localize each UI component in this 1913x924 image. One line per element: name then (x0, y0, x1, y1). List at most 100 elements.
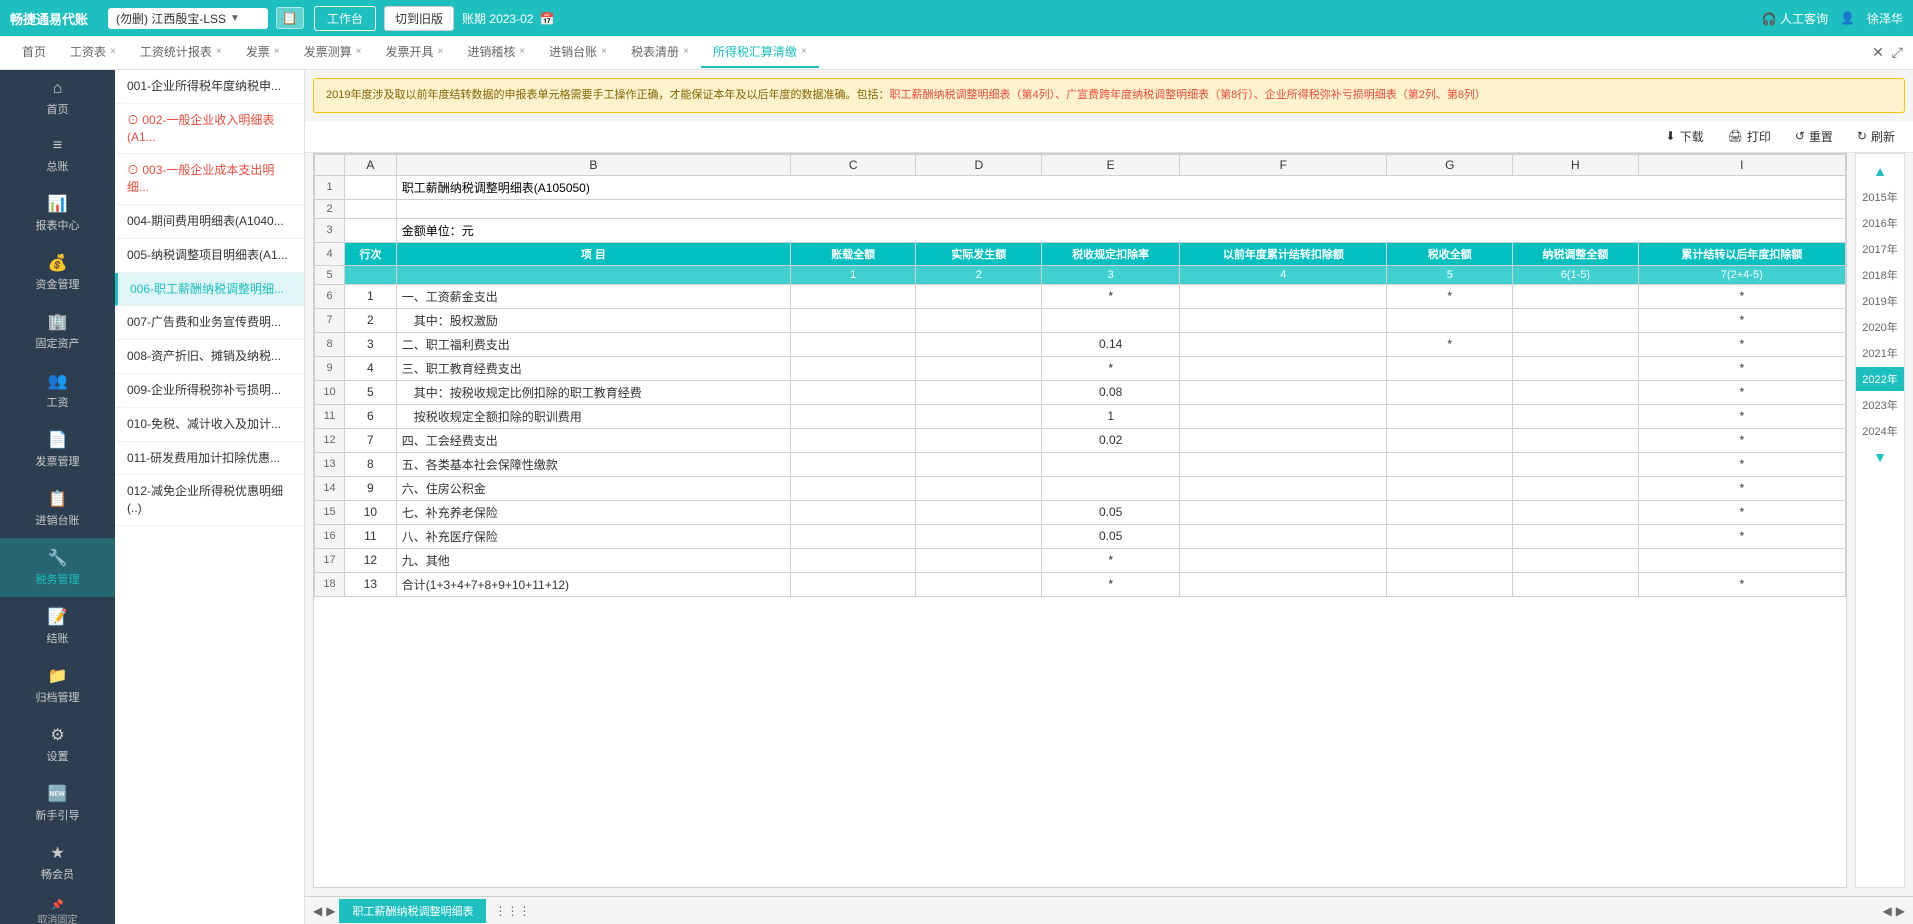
warning-text: 2019年度涉及取以前年度结转数据的申报表单元格需要手工操作正确，才能保证本年及… (326, 89, 1486, 101)
close-icon[interactable]: × (356, 46, 362, 57)
chevron-down-icon: ▼ (230, 13, 240, 24)
subnav-005[interactable]: 005-纳税调整项目明细表(A1... (115, 239, 304, 273)
sidebar-item-guide[interactable]: 🆕 新手引导 (0, 774, 115, 833)
subnav-002[interactable]: 002-一般企业收入明细表(A1... (115, 104, 304, 155)
year-2023[interactable]: 2023年 (1856, 393, 1904, 417)
close-icon[interactable]: × (601, 46, 607, 57)
sidebar-item-payroll[interactable]: 👥 工资 (0, 361, 115, 420)
table-row-1: 1 职工薪酬纳税调整明细表(A105050) (315, 175, 1846, 199)
close-icon[interactable]: × (274, 46, 280, 57)
tab-invoice[interactable]: 发票 × (234, 37, 292, 68)
data-table: A B C D E F G H I (314, 154, 1846, 597)
subnav-011[interactable]: 011-研发费用加计扣除优惠... (115, 442, 304, 476)
subnav-004[interactable]: 004-期间费用明细表(A1040... (115, 205, 304, 239)
workspace-button[interactable]: 工作台 (314, 6, 376, 31)
sub-header-5: 5 (1387, 265, 1513, 284)
subnav-003[interactable]: 003-一般企业成本支出明细... (115, 154, 304, 205)
sidebar-item-reports[interactable]: 📊 报表中心 (0, 184, 115, 243)
tab-purchase-ledger[interactable]: 进销台账 × (537, 37, 619, 68)
tab-invoice-calc[interactable]: 发票测算 × (292, 37, 374, 68)
sidebar-label-tax: 税务管理 (36, 571, 80, 587)
top-bar: 畅捷通易代账 (勿删) 江西殷宝-LSS ▼ 📋 工作台 切到旧版 账期 202… (0, 0, 1913, 36)
scroll-right-icon[interactable]: ▶ (326, 904, 335, 918)
sidebar-item-finance[interactable]: 💰 资金管理 (0, 243, 115, 302)
old-version-button[interactable]: 切到旧版 (384, 6, 454, 31)
header-col-f: 以前年度累计结转扣除额 (1180, 242, 1387, 265)
sidebar-item-archive[interactable]: 📁 归档管理 (0, 656, 115, 715)
bottom-tab-active[interactable]: 职工薪酬纳税调整明细表 (339, 899, 486, 923)
sidebar-item-close[interactable]: 📝 结账 (0, 597, 115, 656)
tab-income-tax[interactable]: 所得税汇算清缴 × (701, 37, 819, 68)
main-panel: 2019年度涉及取以前年度结转数据的申报表单元格需要手工操作正确，才能保证本年及… (305, 70, 1913, 924)
home-icon: ⌂ (53, 80, 63, 98)
scroll-left-icon[interactable]: ◀ (313, 904, 322, 918)
bottom-next-icon[interactable]: ▶ (1896, 904, 1905, 918)
table-row: 10 5 其中：按税收规定比例扣除的职工教育经费 0.08 * (315, 380, 1846, 404)
year-2024[interactable]: 2024年 (1856, 419, 1904, 443)
company-selector[interactable]: (勿删) 江西殷宝-LSS ▼ (108, 8, 268, 29)
table-row: 6 1 一、工资薪金支出 * * * (315, 284, 1846, 308)
sidebar-item-tax[interactable]: 🔧 税务管理 (0, 538, 115, 597)
year-2021[interactable]: 2021年 (1856, 341, 1904, 365)
spreadsheet[interactable]: A B C D E F G H I (313, 153, 1847, 889)
tab-home[interactable]: 首页 (10, 37, 58, 68)
sidebar-item-invoice-mgmt[interactable]: 📄 发票管理 (0, 420, 115, 479)
year-down-arrow[interactable]: ▼ (1869, 445, 1891, 469)
calendar-icon[interactable]: 📋 (276, 7, 304, 29)
sidebar-item-member[interactable]: ★ 畅会员 (0, 833, 115, 892)
username[interactable]: 徐泽华 (1867, 10, 1903, 27)
period-calendar-icon[interactable]: 📅 (540, 12, 555, 26)
table-row-5: 5 1 2 3 4 5 6(1-5) 7(2+4-5) (315, 265, 1846, 284)
reset-button[interactable]: ↺ 重置 (1789, 125, 1839, 148)
year-2015[interactable]: 2015年 (1856, 185, 1904, 209)
year-up-arrow[interactable]: ▲ (1869, 159, 1891, 183)
tab-payroll[interactable]: 工资表 × (58, 37, 128, 68)
tab-purchase-check[interactable]: 进销稽核 × (455, 37, 537, 68)
subnav-007[interactable]: 007-广告费和业务宣传费明... (115, 306, 304, 340)
table-row: 15 10 七、补充养老保险 0.05 * (315, 500, 1846, 524)
tab-payroll-stats[interactable]: 工资统计报表 × (128, 37, 234, 68)
subnav-008[interactable]: 008-资产折旧、摊销及纳税... (115, 340, 304, 374)
subnav-010[interactable]: 010-免税、减计收入及加计... (115, 408, 304, 442)
year-2019[interactable]: 2019年 (1856, 289, 1904, 313)
sidebar-item-ledger[interactable]: ≡ 总账 (0, 127, 115, 184)
print-button[interactable]: 🖨 打印 (1722, 125, 1777, 148)
sidebar-item-home[interactable]: ⌂ 首页 (0, 70, 115, 127)
download-button[interactable]: ⬇ 下载 (1660, 125, 1710, 148)
subnav-012[interactable]: 012-减免企业所得税优惠明细(..) (115, 475, 304, 526)
year-2020[interactable]: 2020年 (1856, 315, 1904, 339)
year-2016[interactable]: 2016年 (1856, 211, 1904, 235)
close-icon[interactable]: × (110, 46, 116, 57)
close-icon[interactable]: × (216, 46, 222, 57)
sidebar-item-purchase[interactable]: 📋 进销台账 (0, 479, 115, 538)
subnav-009[interactable]: 009-企业所得税弥补亏损明... (115, 374, 304, 408)
refresh-icon: ↻ (1857, 129, 1867, 143)
warning-bar: 2019年度涉及取以前年度结转数据的申报表单元格需要手工操作正确，才能保证本年及… (313, 78, 1905, 113)
tab-menu-dots[interactable]: ⋮⋮⋮ (494, 904, 530, 918)
subnav-006[interactable]: 006-职工薪酬纳税调整明细... (115, 273, 304, 307)
toolbar: ⬇ 下载 🖨 打印 ↺ 重置 ↻ 刷新 (305, 121, 1913, 153)
header-seq: 行次 (345, 242, 397, 265)
close-icon[interactable]: × (801, 46, 807, 57)
year-2017[interactable]: 2017年 (1856, 237, 1904, 261)
subnav-001[interactable]: 001-企业所得税年度纳税申... (115, 70, 304, 104)
sidebar-item-settings[interactable]: ⚙ 设置 (0, 715, 115, 774)
close-icon[interactable]: × (683, 46, 689, 57)
bottom-prev-icon[interactable]: ◀ (1883, 904, 1892, 918)
year-2018[interactable]: 2018年 (1856, 263, 1904, 287)
refresh-button[interactable]: ↻ 刷新 (1851, 125, 1901, 148)
tab-invoice-open[interactable]: 发票开具 × (373, 37, 455, 68)
service-button[interactable]: 🎧 人工客询 (1762, 10, 1828, 27)
tab-maximize-icon[interactable]: ⤢ (1892, 44, 1903, 61)
header-item: 项 目 (396, 242, 790, 265)
close-icon[interactable]: × (519, 46, 525, 57)
member-icon: ★ (50, 843, 64, 863)
cancel-fixed-button[interactable]: 📌取消固定 (0, 892, 115, 924)
sidebar-item-assets[interactable]: 🏢 固定资产 (0, 302, 115, 361)
tab-tax-book[interactable]: 税表清册 × (619, 37, 701, 68)
close-icon[interactable]: × (437, 46, 443, 57)
tab-close-icon[interactable]: ✕ (1872, 44, 1884, 61)
sub-header-1: 1 (790, 265, 916, 284)
bottom-nav: ◀ ▶ (1883, 904, 1905, 918)
year-2022[interactable]: 2022年 (1856, 367, 1904, 391)
